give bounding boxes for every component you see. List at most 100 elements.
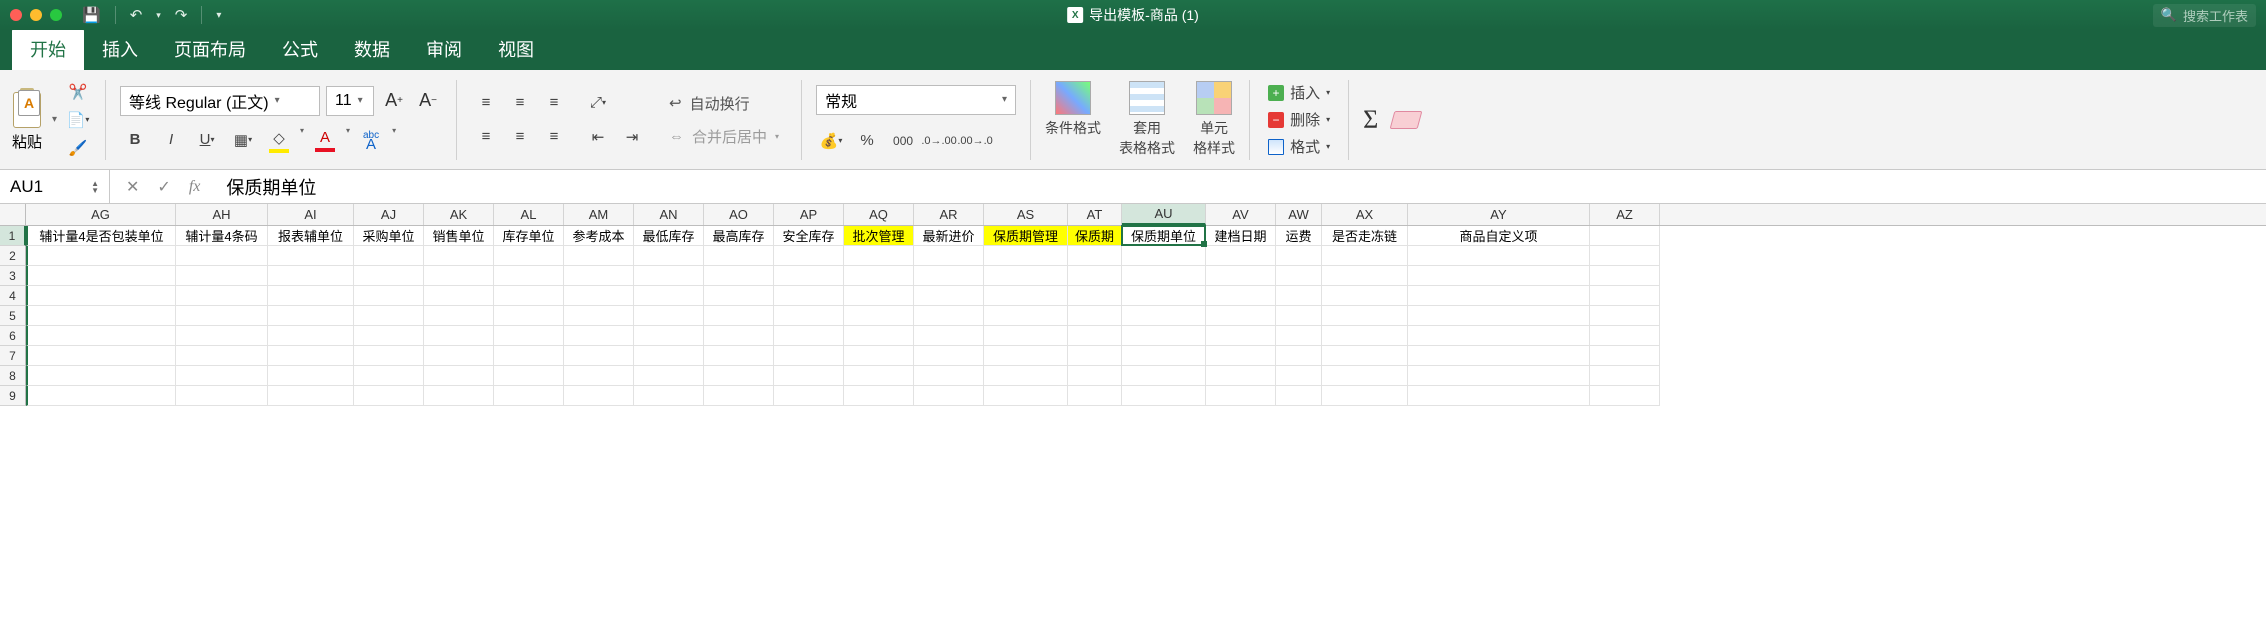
align-middle-icon[interactable]: ≡ bbox=[505, 89, 535, 117]
cell-AZ6[interactable] bbox=[1590, 326, 1660, 346]
cell-AW5[interactable] bbox=[1276, 306, 1322, 326]
cell-AM2[interactable] bbox=[564, 246, 634, 266]
format-painter-icon[interactable]: 🖌️ bbox=[65, 136, 91, 160]
cell-AH2[interactable] bbox=[176, 246, 268, 266]
column-header-AP[interactable]: AP bbox=[774, 204, 844, 225]
cells-area[interactable]: 辅计量4是否包装单位辅计量4条码报表辅单位采购单位销售单位库存单位参考成本最低库… bbox=[26, 226, 1660, 406]
cell-AS7[interactable] bbox=[984, 346, 1068, 366]
cell-AO7[interactable] bbox=[704, 346, 774, 366]
cell-AL9[interactable] bbox=[494, 386, 564, 406]
cell-AN1[interactable]: 最低库存 bbox=[634, 226, 704, 246]
cell-AZ2[interactable] bbox=[1590, 246, 1660, 266]
cell-AW2[interactable] bbox=[1276, 246, 1322, 266]
cell-AL7[interactable] bbox=[494, 346, 564, 366]
undo-icon[interactable]: ↶ bbox=[130, 6, 143, 24]
wrap-text-button[interactable]: ↩ 自动换行 bbox=[661, 90, 787, 117]
phonetic-button[interactable]: abcA bbox=[356, 126, 386, 154]
cell-AQ5[interactable] bbox=[844, 306, 914, 326]
align-top-icon[interactable]: ≡ bbox=[471, 89, 501, 117]
cell-AS9[interactable] bbox=[984, 386, 1068, 406]
format-table-button[interactable]: 套用 表格格式 bbox=[1119, 81, 1175, 158]
cell-styles-button[interactable]: 单元 格样式 bbox=[1193, 81, 1235, 158]
cell-AZ1[interactable] bbox=[1590, 226, 1660, 246]
cell-AO2[interactable] bbox=[704, 246, 774, 266]
cell-AP7[interactable] bbox=[774, 346, 844, 366]
cell-AW9[interactable] bbox=[1276, 386, 1322, 406]
cell-AP8[interactable] bbox=[774, 366, 844, 386]
cell-AV8[interactable] bbox=[1206, 366, 1276, 386]
column-header-AU[interactable]: AU bbox=[1122, 204, 1206, 225]
cell-AL3[interactable] bbox=[494, 266, 564, 286]
copy-icon[interactable]: 📄▾ bbox=[65, 108, 91, 132]
column-header-AV[interactable]: AV bbox=[1206, 204, 1276, 225]
cell-AK5[interactable] bbox=[424, 306, 494, 326]
cell-AJ8[interactable] bbox=[354, 366, 424, 386]
cell-AT1[interactable]: 保质期 bbox=[1068, 226, 1122, 246]
cell-AR8[interactable] bbox=[914, 366, 984, 386]
cell-AV3[interactable] bbox=[1206, 266, 1276, 286]
column-header-AS[interactable]: AS bbox=[984, 204, 1068, 225]
cell-AH5[interactable] bbox=[176, 306, 268, 326]
cell-AY7[interactable] bbox=[1408, 346, 1590, 366]
cell-AP2[interactable] bbox=[774, 246, 844, 266]
clear-icon[interactable] bbox=[1390, 111, 1423, 129]
row-header-7[interactable]: 7 bbox=[0, 346, 26, 366]
grow-font-icon[interactable]: A+ bbox=[380, 87, 408, 115]
cell-AI3[interactable] bbox=[268, 266, 354, 286]
cell-AM5[interactable] bbox=[564, 306, 634, 326]
minimize-window-icon[interactable] bbox=[30, 9, 42, 21]
italic-button[interactable]: I bbox=[156, 126, 186, 154]
cell-AJ3[interactable] bbox=[354, 266, 424, 286]
cell-AV5[interactable] bbox=[1206, 306, 1276, 326]
cell-AK4[interactable] bbox=[424, 286, 494, 306]
cell-AS1[interactable]: 保质期管理 bbox=[984, 226, 1068, 246]
cell-AT7[interactable] bbox=[1068, 346, 1122, 366]
spreadsheet-grid[interactable]: AGAHAIAJAKALAMANAOAPAQARASATAUAVAWAXAYAZ… bbox=[0, 204, 2266, 406]
tab-data[interactable]: 数据 bbox=[336, 28, 408, 70]
cell-AH1[interactable]: 辅计量4条码 bbox=[176, 226, 268, 246]
cell-AS3[interactable] bbox=[984, 266, 1068, 286]
cell-AM1[interactable]: 参考成本 bbox=[564, 226, 634, 246]
cell-AN2[interactable] bbox=[634, 246, 704, 266]
cell-AK2[interactable] bbox=[424, 246, 494, 266]
percent-icon[interactable]: % bbox=[852, 127, 882, 155]
cell-AK6[interactable] bbox=[424, 326, 494, 346]
column-header-AI[interactable]: AI bbox=[268, 204, 354, 225]
cell-AQ9[interactable] bbox=[844, 386, 914, 406]
cell-AU4[interactable] bbox=[1122, 286, 1206, 306]
cell-AG7[interactable] bbox=[26, 346, 176, 366]
cell-AN9[interactable] bbox=[634, 386, 704, 406]
column-header-AY[interactable]: AY bbox=[1408, 204, 1590, 225]
cell-AJ1[interactable]: 采购单位 bbox=[354, 226, 424, 246]
column-header-AZ[interactable]: AZ bbox=[1590, 204, 1660, 225]
delete-cells-button[interactable]: − 删除 ▾ bbox=[1264, 107, 1334, 132]
tab-formulas[interactable]: 公式 bbox=[264, 28, 336, 70]
paste-button[interactable]: A 粘贴 bbox=[10, 88, 44, 152]
border-button[interactable]: ▦▾ bbox=[228, 126, 258, 154]
align-bottom-icon[interactable]: ≡ bbox=[539, 89, 569, 117]
cell-AU5[interactable] bbox=[1122, 306, 1206, 326]
cell-AP3[interactable] bbox=[774, 266, 844, 286]
cell-AM8[interactable] bbox=[564, 366, 634, 386]
cell-AJ4[interactable] bbox=[354, 286, 424, 306]
cell-AX5[interactable] bbox=[1322, 306, 1408, 326]
cell-AY3[interactable] bbox=[1408, 266, 1590, 286]
cell-AX8[interactable] bbox=[1322, 366, 1408, 386]
cell-AM9[interactable] bbox=[564, 386, 634, 406]
row-header-4[interactable]: 4 bbox=[0, 286, 26, 306]
column-header-AO[interactable]: AO bbox=[704, 204, 774, 225]
cell-AY8[interactable] bbox=[1408, 366, 1590, 386]
cell-AX3[interactable] bbox=[1322, 266, 1408, 286]
cell-AZ4[interactable] bbox=[1590, 286, 1660, 306]
merge-center-button[interactable]: ⇔ 合并后居中 ▾ bbox=[661, 123, 787, 150]
cell-AR4[interactable] bbox=[914, 286, 984, 306]
cell-AI5[interactable] bbox=[268, 306, 354, 326]
cell-AI9[interactable] bbox=[268, 386, 354, 406]
cell-AR3[interactable] bbox=[914, 266, 984, 286]
cell-AS4[interactable] bbox=[984, 286, 1068, 306]
column-header-AT[interactable]: AT bbox=[1068, 204, 1122, 225]
cell-AI6[interactable] bbox=[268, 326, 354, 346]
cell-AP1[interactable]: 安全库存 bbox=[774, 226, 844, 246]
cell-AU3[interactable] bbox=[1122, 266, 1206, 286]
cell-AK7[interactable] bbox=[424, 346, 494, 366]
